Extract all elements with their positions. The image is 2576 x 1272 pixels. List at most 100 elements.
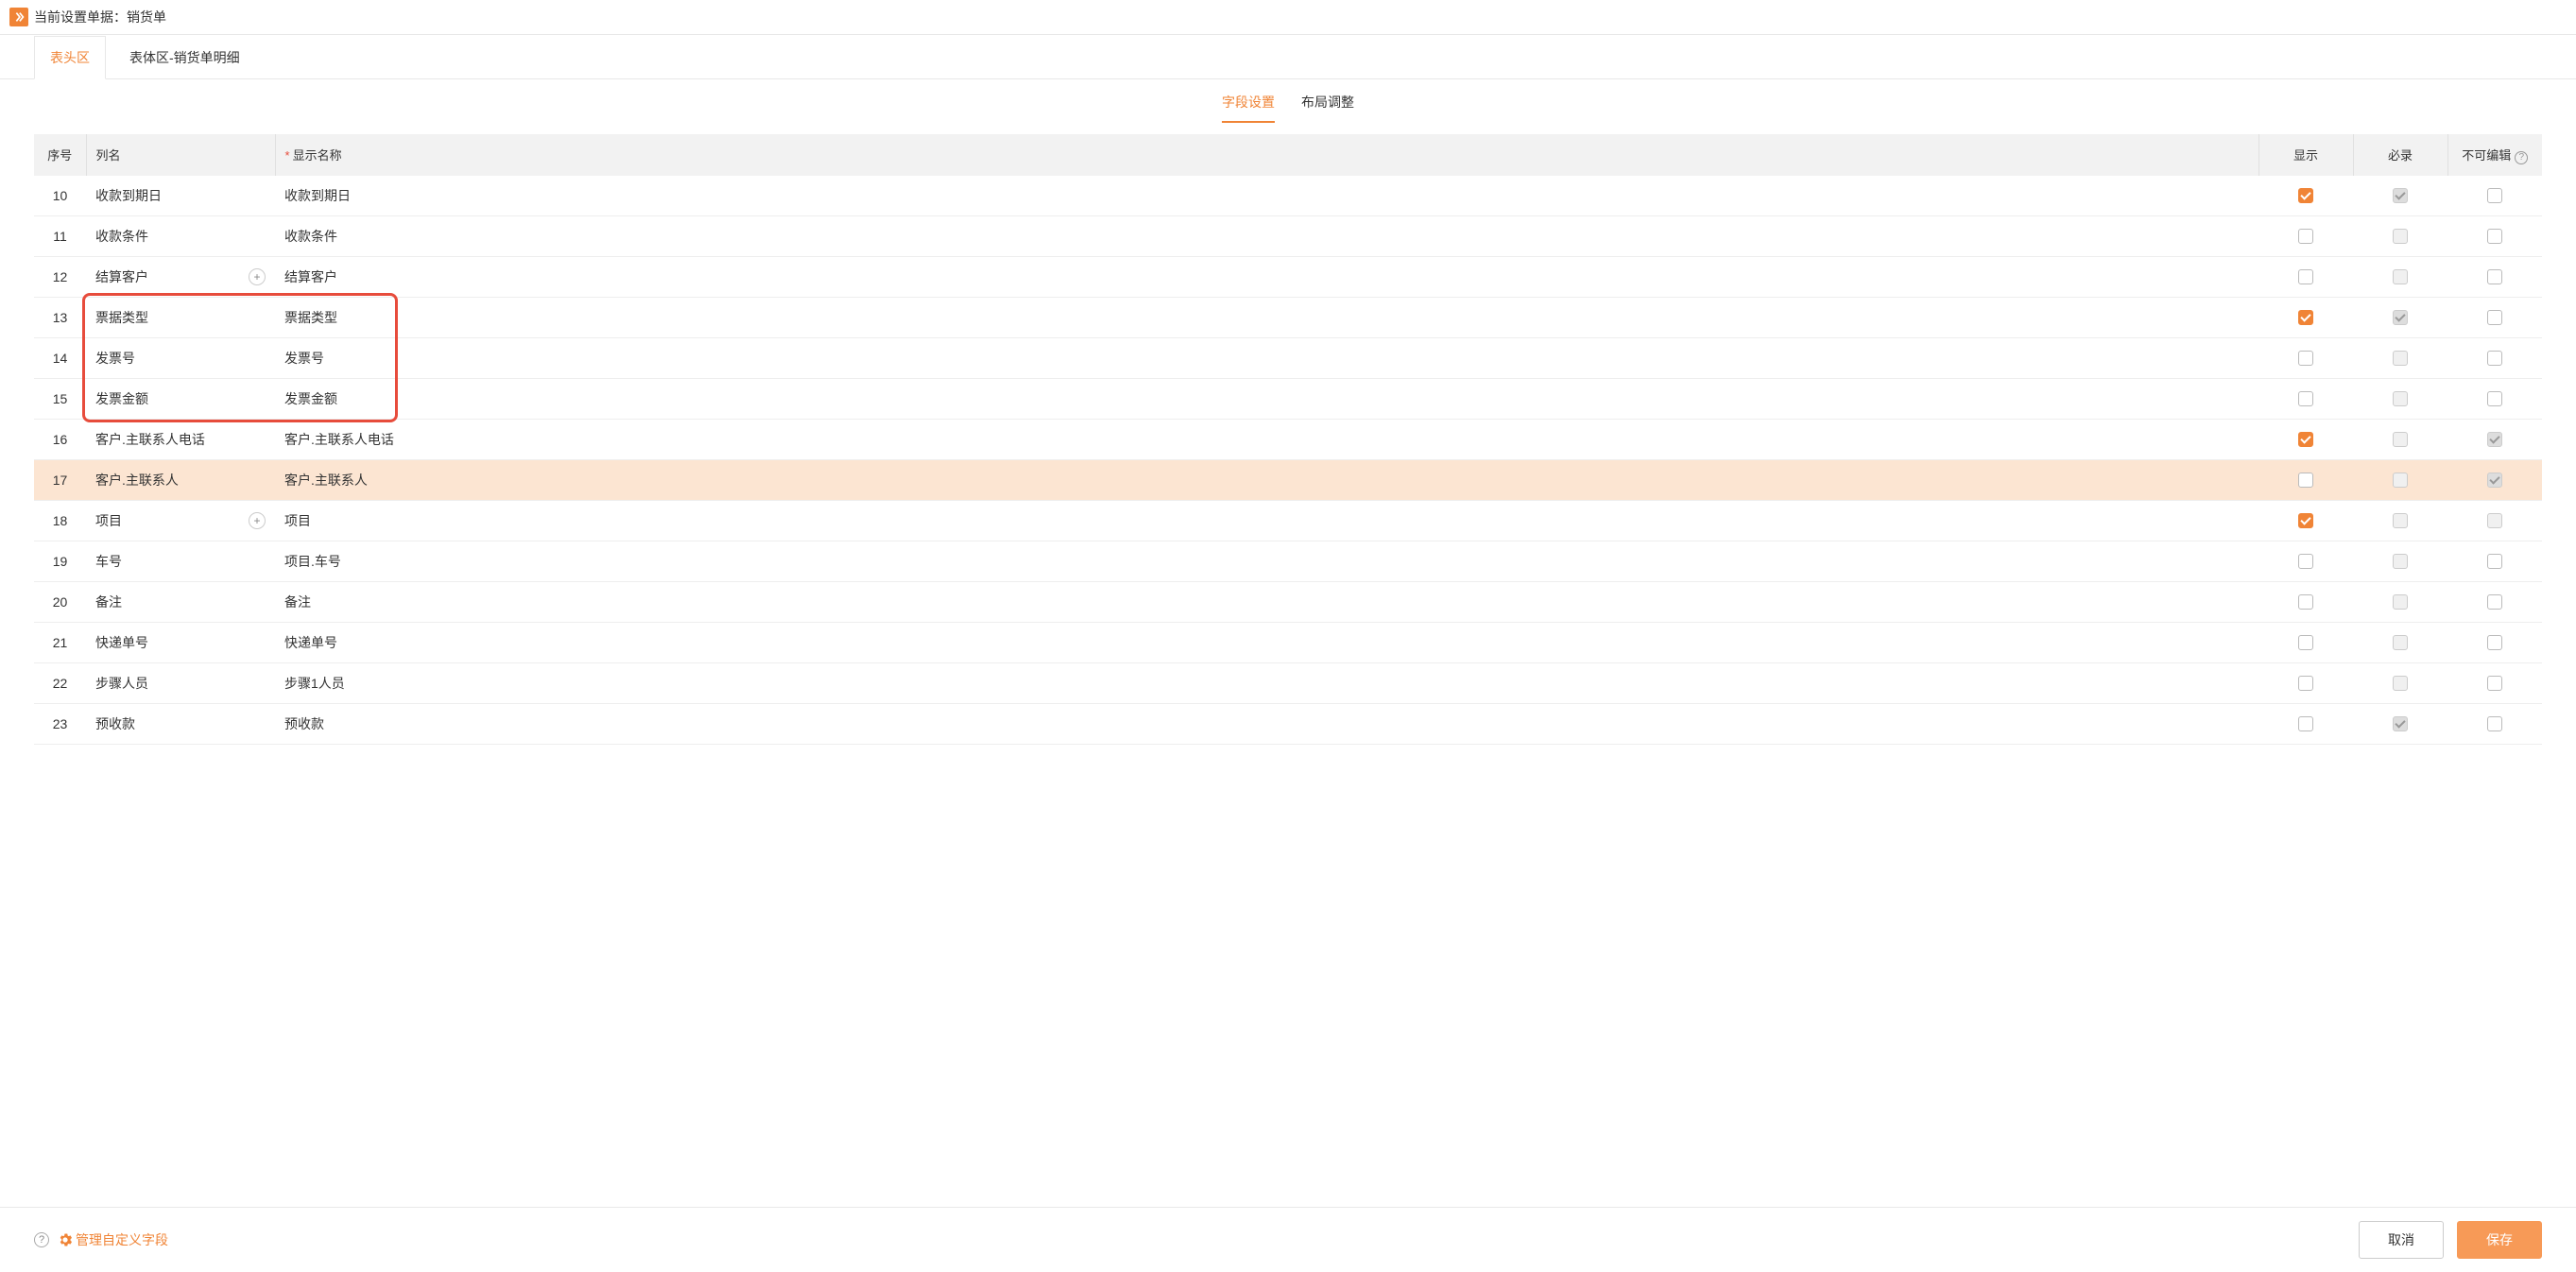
table-wrap: 序号 列名 *显示名称 显示 必录 不可编辑? 10收款到期日收款到期日11收款…: [0, 123, 2576, 745]
row-readonly-cell: [2447, 703, 2542, 744]
readonly-checkbox[interactable]: [2487, 716, 2502, 731]
row-display[interactable]: 发票号: [275, 337, 2258, 378]
show-checkbox[interactable]: [2298, 513, 2313, 528]
table-row: 14发票号发票号: [34, 337, 2542, 378]
row-name: 项目+: [86, 500, 275, 541]
row-readonly-cell: [2447, 541, 2542, 581]
table-row: 23预收款预收款: [34, 703, 2542, 744]
row-display[interactable]: 票据类型: [275, 297, 2258, 337]
collapse-sidebar-button[interactable]: [9, 8, 28, 26]
show-checkbox[interactable]: [2298, 188, 2313, 203]
row-name-text: 客户.主联系人电话: [95, 430, 205, 449]
row-name: 收款到期日: [86, 176, 275, 216]
row-required-cell: [2353, 297, 2447, 337]
row-display[interactable]: 备注: [275, 581, 2258, 622]
row-display[interactable]: 客户.主联系人电话: [275, 419, 2258, 459]
row-display[interactable]: 收款条件: [275, 215, 2258, 256]
question-icon[interactable]: ?: [34, 1232, 49, 1247]
row-name: 结算客户+: [86, 256, 275, 297]
row-display[interactable]: 预收款: [275, 703, 2258, 744]
row-required-cell: [2353, 662, 2447, 703]
main-tab-0[interactable]: 表头区: [34, 36, 106, 79]
sub-tab-1[interactable]: 布局调整: [1301, 93, 1354, 123]
show-checkbox[interactable]: [2298, 269, 2313, 284]
row-name-text: 收款到期日: [95, 186, 162, 205]
required-checkbox: [2393, 635, 2408, 650]
readonly-checkbox[interactable]: [2487, 676, 2502, 691]
row-show-cell: [2258, 215, 2353, 256]
show-checkbox[interactable]: [2298, 391, 2313, 406]
row-display[interactable]: 发票金额: [275, 378, 2258, 419]
readonly-checkbox[interactable]: [2487, 310, 2502, 325]
row-name: 步骤人员: [86, 662, 275, 703]
table-row: 10收款到期日收款到期日: [34, 176, 2542, 216]
row-display[interactable]: 结算客户: [275, 256, 2258, 297]
row-display[interactable]: 步骤1人员: [275, 662, 2258, 703]
row-name-text: 车号: [95, 552, 122, 571]
row-display[interactable]: 收款到期日: [275, 176, 2258, 216]
row-show-cell: [2258, 256, 2353, 297]
col-display-label: 显示名称: [293, 148, 342, 163]
readonly-checkbox[interactable]: [2487, 188, 2502, 203]
expand-button[interactable]: +: [249, 268, 266, 285]
col-readonly-label: 不可编辑: [2462, 148, 2511, 163]
help-icon[interactable]: ?: [2515, 151, 2528, 164]
row-readonly-cell: [2447, 500, 2542, 541]
table-row: 20备注备注: [34, 581, 2542, 622]
row-readonly-cell: [2447, 256, 2542, 297]
save-button[interactable]: 保存: [2457, 1221, 2542, 1259]
show-checkbox[interactable]: [2298, 716, 2313, 731]
row-display[interactable]: 快递单号: [275, 622, 2258, 662]
show-checkbox[interactable]: [2298, 594, 2313, 610]
required-checkbox: [2393, 432, 2408, 447]
row-seq: 12: [34, 256, 86, 297]
row-name-text: 客户.主联系人: [95, 471, 179, 490]
row-display[interactable]: 项目.车号: [275, 541, 2258, 581]
row-readonly-cell: [2447, 176, 2542, 216]
readonly-checkbox[interactable]: [2487, 229, 2502, 244]
row-show-cell: [2258, 703, 2353, 744]
table-row: 13票据类型票据类型: [34, 297, 2542, 337]
show-checkbox[interactable]: [2298, 229, 2313, 244]
row-name-text: 步骤人员: [95, 674, 148, 693]
readonly-checkbox[interactable]: [2487, 269, 2502, 284]
row-required-cell: [2353, 215, 2447, 256]
row-display[interactable]: 项目: [275, 500, 2258, 541]
sub-tab-0[interactable]: 字段设置: [1222, 93, 1275, 123]
show-checkbox[interactable]: [2298, 351, 2313, 366]
main-tab-1[interactable]: 表体区-销货单明细: [113, 36, 256, 79]
show-checkbox[interactable]: [2298, 676, 2313, 691]
show-checkbox[interactable]: [2298, 473, 2313, 488]
row-required-cell: [2353, 419, 2447, 459]
row-seq: 20: [34, 581, 86, 622]
readonly-checkbox[interactable]: [2487, 635, 2502, 650]
required-checkbox: [2393, 391, 2408, 406]
row-name: 车号: [86, 541, 275, 581]
show-checkbox[interactable]: [2298, 635, 2313, 650]
show-checkbox[interactable]: [2298, 310, 2313, 325]
row-seq: 23: [34, 703, 86, 744]
expand-button[interactable]: +: [249, 512, 266, 529]
required-mark: *: [285, 148, 290, 163]
manage-custom-fields-link[interactable]: 管理自定义字段: [59, 1230, 168, 1249]
row-required-cell: [2353, 500, 2447, 541]
row-required-cell: [2353, 256, 2447, 297]
show-checkbox[interactable]: [2298, 554, 2313, 569]
row-readonly-cell: [2447, 378, 2542, 419]
required-checkbox: [2393, 269, 2408, 284]
row-seq: 17: [34, 459, 86, 500]
col-show-header: 显示: [2258, 134, 2353, 176]
readonly-checkbox[interactable]: [2487, 594, 2502, 610]
readonly-checkbox[interactable]: [2487, 391, 2502, 406]
sub-tabs: 字段设置布局调整: [0, 79, 2576, 123]
readonly-checkbox: [2487, 513, 2502, 528]
readonly-checkbox[interactable]: [2487, 351, 2502, 366]
show-checkbox[interactable]: [2298, 432, 2313, 447]
row-seq: 18: [34, 500, 86, 541]
top-bar: 当前设置单据：销货单: [0, 0, 2576, 35]
doc-name: 销货单: [127, 9, 166, 25]
row-display[interactable]: 客户.主联系人: [275, 459, 2258, 500]
row-name-text: 收款条件: [95, 227, 148, 246]
cancel-button[interactable]: 取消: [2359, 1221, 2444, 1259]
readonly-checkbox[interactable]: [2487, 554, 2502, 569]
